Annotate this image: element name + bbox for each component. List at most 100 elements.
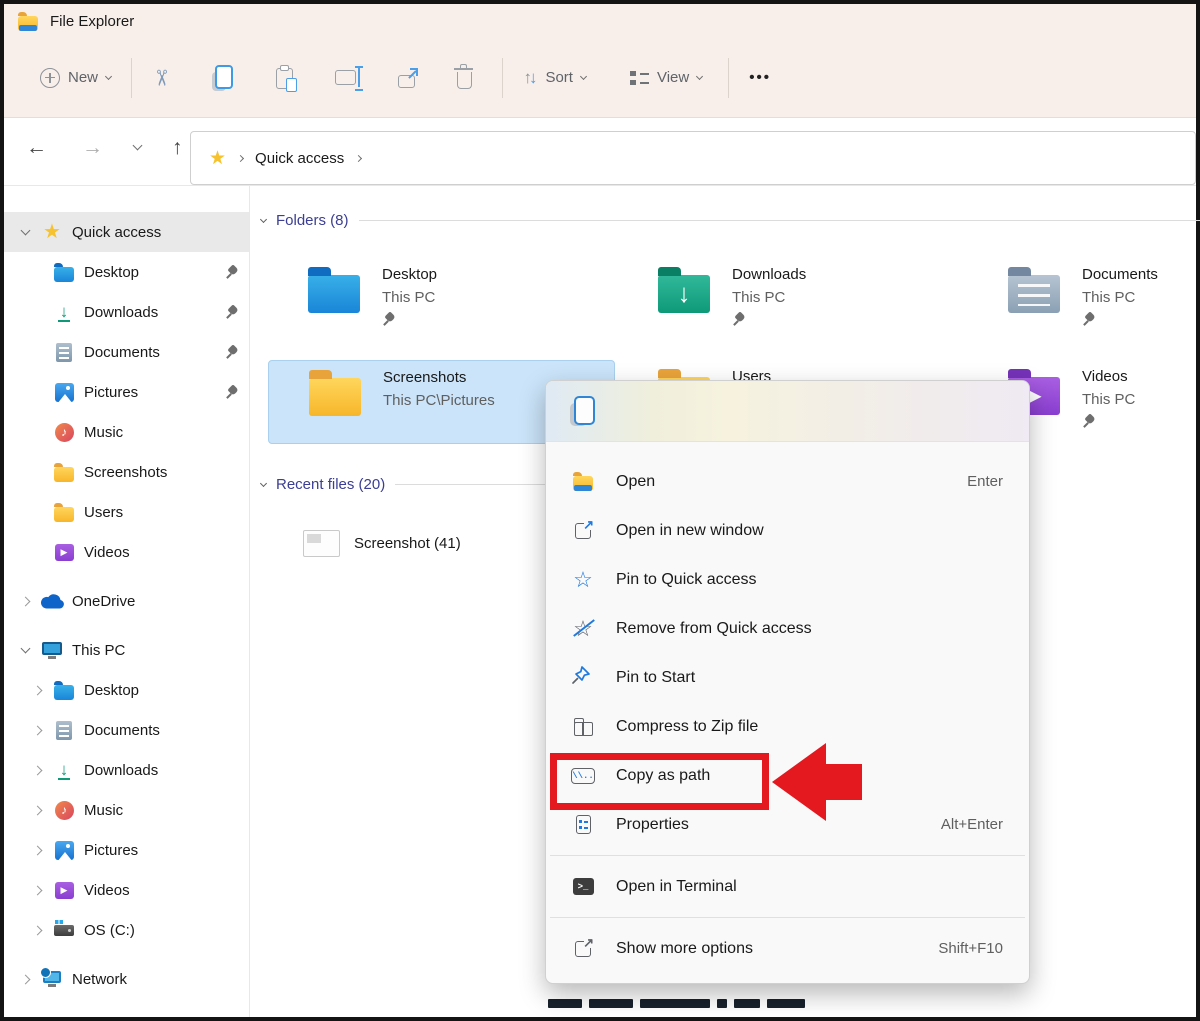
sidebar-item-music[interactable]: ♪ Music [4,412,249,452]
chevron-right-icon [32,925,42,935]
see-more-button[interactable]: ••• [739,61,781,94]
folder-tile-downloads[interactable]: Downloads This PC [618,258,965,342]
sidebar-item-onedrive[interactable]: OneDrive [4,581,249,621]
menu-item-shortcut: Shift+F10 [938,940,1003,957]
menu-item-remove-from-quick-access[interactable]: ☆ Remove from Quick access [546,604,1029,653]
pictures-icon [52,383,76,402]
sidebar-item-pc-desktop[interactable]: Desktop [4,670,249,710]
view-button[interactable]: View [620,61,712,94]
breadcrumb-chevron-icon [355,154,362,161]
share-button[interactable] [388,59,425,96]
pin-icon [1082,414,1096,428]
cut-button[interactable]: ✂ [142,59,180,97]
screenshots-folder-icon [309,378,361,416]
sidebar-item-pc-documents[interactable]: Documents [4,710,249,750]
menu-item-shortcut: Enter [967,473,1003,490]
obscured-text-fragment [548,999,582,1008]
sidebar-item-pc-music[interactable]: ♪ Music [4,790,249,830]
sidebar-item-pc-pictures[interactable]: Pictures [4,830,249,870]
obscured-text-fragment [734,999,760,1008]
expand-chevron[interactable] [30,727,44,734]
tile-name: Videos [1082,368,1135,385]
quick-access-star-icon: ★ [40,222,64,242]
expand-chevron[interactable] [18,598,32,605]
pin-icon [225,385,239,399]
plus-icon [40,68,60,88]
folder-tile-desktop[interactable]: Desktop This PC [268,258,615,342]
expand-chevron[interactable] [30,847,44,854]
context-menu: Open Enter Open in new window ☆ Pin to Q… [545,380,1030,984]
pin-glyph [570,664,592,686]
folder-tile-documents[interactable]: Documents This PC [968,258,1200,342]
title-bar: File Explorer [4,4,1196,38]
command-toolbar: New ✂ ↑↓ Sort View ••• [4,38,1196,118]
sidebar-item-videos[interactable]: ▶ Videos [4,532,249,572]
breadcrumb-quick-access[interactable]: Quick access [255,150,344,167]
sidebar-item-this-pc[interactable]: This PC [4,630,249,670]
video-icon: ▶ [52,882,76,899]
open-folder-icon [570,472,596,491]
paste-button[interactable] [266,58,303,97]
sidebar-item-documents[interactable]: Documents [4,332,249,372]
menu-item-show-more-options[interactable]: Show more options Shift+F10 [546,924,1029,973]
menu-item-open-in-terminal[interactable]: >_ Open in Terminal [546,862,1029,911]
sidebar-item-pictures[interactable]: Pictures [4,372,249,412]
chevron-right-icon [32,765,42,775]
sidebar-item-users[interactable]: Users [4,492,249,532]
delete-button[interactable] [447,58,482,97]
menu-item-pin-to-start[interactable]: Pin to Start [546,653,1029,702]
pin-icon [225,305,239,319]
sidebar-item-desktop[interactable]: Desktop [4,252,249,292]
star-icon: ☆ [570,569,596,591]
chevron-down-icon [20,644,30,654]
sidebar-item-label: Videos [84,544,239,561]
copy-icon[interactable] [570,395,596,427]
menu-item-open[interactable]: Open Enter [546,457,1029,506]
copy-button[interactable] [202,57,244,99]
tile-location: This PC\Pictures [383,392,495,409]
new-button-label: New [68,69,98,86]
back-button[interactable]: ← [26,136,47,160]
stage: File Explorer New ✂ ↑↓ Sort View ••• ← [4,4,1196,1017]
sidebar-item-downloads[interactable]: ↓ Downloads [4,292,249,332]
sidebar-item-quick-access[interactable]: ★ Quick access [4,212,249,252]
recent-file-screenshot-41[interactable]: Screenshot (41) [303,530,461,557]
menu-item-label: Open in Terminal [616,878,737,896]
share-icon [398,75,415,88]
star-slash-icon: ☆ [570,618,596,640]
properties-icon [570,815,596,834]
forward-button[interactable]: → [82,136,103,160]
up-button[interactable]: ↑ [172,136,183,160]
sidebar-item-network[interactable]: Network [4,959,249,999]
sidebar-item-os-c[interactable]: OS (C:) [4,910,249,950]
sidebar-item-label: Documents [84,722,239,739]
sidebar-item-pc-videos[interactable]: ▶ Videos [4,870,249,910]
file-explorer-window: File Explorer New ✂ ↑↓ Sort View ••• ← [0,0,1200,1021]
sidebar-item-label: Pictures [84,384,217,401]
network-icon [40,975,64,983]
chevron-down-icon [105,72,112,79]
menu-item-open-in-new-window[interactable]: Open in new window [546,506,1029,555]
recent-locations-chevron[interactable] [133,141,143,151]
menu-item-pin-to-quick-access[interactable]: ☆ Pin to Quick access [546,555,1029,604]
folders-group-header[interactable]: Folders (8) [261,212,1200,229]
expand-chevron[interactable] [18,648,32,652]
recent-files-group-header[interactable]: Recent files (20) [261,476,551,493]
expand-chevron[interactable] [30,767,44,774]
sort-button[interactable]: ↑↓ Sort [513,60,596,96]
sidebar-item-pc-downloads[interactable]: ↓ Downloads [4,750,249,790]
sidebar-item-label: Music [84,802,239,819]
menu-separator [550,855,1025,856]
new-button[interactable]: New [30,60,121,96]
breadcrumb-chevron-icon [237,154,244,161]
expand-chevron[interactable] [18,230,32,234]
expand-chevron[interactable] [30,927,44,934]
rename-button[interactable] [325,62,366,93]
sidebar-item-label: Downloads [84,304,217,321]
expand-chevron[interactable] [30,887,44,894]
sidebar-item-screenshots[interactable]: Screenshots [4,452,249,492]
expand-chevron[interactable] [18,976,32,983]
address-bar[interactable]: ★ Quick access [190,131,1196,185]
expand-chevron[interactable] [30,687,44,694]
expand-chevron[interactable] [30,807,44,814]
